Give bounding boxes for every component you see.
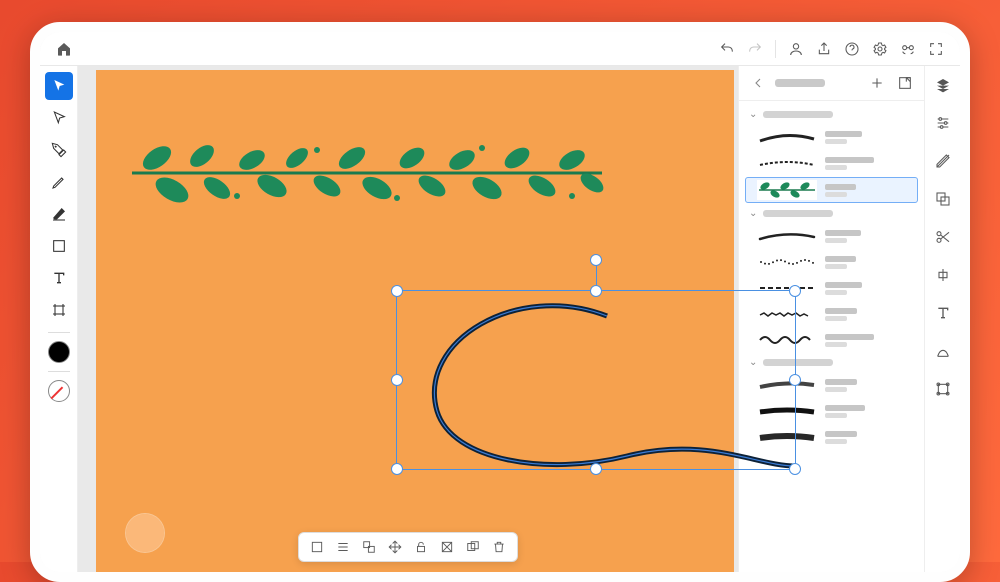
group-icon[interactable] [461, 535, 485, 559]
brush-group-header[interactable]: ⌄ [739, 204, 924, 223]
brush-label [825, 184, 856, 190]
brush-group-header[interactable]: ⌄ [739, 105, 924, 124]
brush-sublabel [825, 413, 847, 418]
home-icon[interactable] [50, 35, 78, 63]
brush-label [825, 308, 857, 314]
brush-row-leaf[interactable] [745, 177, 918, 203]
main-area: Brushes ⌄ ⌄ [40, 66, 960, 572]
trace-icon[interactable] [930, 338, 956, 364]
brush-label [825, 256, 856, 262]
brush-sublabel [825, 290, 847, 295]
appearance-icon[interactable] [305, 535, 329, 559]
help-icon[interactable] [838, 35, 866, 63]
brush-sublabel [825, 387, 847, 392]
selection-bbox[interactable] [396, 260, 796, 470]
context-toolbar [298, 532, 518, 562]
brush-label [825, 334, 874, 340]
brush-thumb [757, 180, 817, 200]
brush-sublabel [825, 165, 847, 170]
combine-icon[interactable] [930, 186, 956, 212]
shape-tool[interactable] [45, 232, 73, 260]
brush-sublabel [825, 342, 847, 347]
artboard[interactable] [96, 70, 734, 572]
type-panel-icon[interactable] [930, 300, 956, 326]
export-icon[interactable] [894, 72, 916, 94]
handle-sw[interactable] [391, 463, 403, 475]
brush-label [825, 379, 857, 385]
canvas[interactable] [78, 66, 738, 572]
touch-indicator [126, 514, 164, 552]
leaf-artwork[interactable] [132, 138, 612, 208]
pattern-icon[interactable] [435, 535, 459, 559]
brush-label [825, 131, 862, 137]
brush-thumb [757, 153, 817, 173]
move-icon[interactable] [383, 535, 407, 559]
handle-e[interactable] [789, 374, 801, 386]
brush-sublabel [825, 316, 847, 321]
redo-icon[interactable] [741, 35, 769, 63]
brush-row-solid[interactable] [739, 124, 924, 150]
artboard-tool[interactable] [45, 296, 73, 324]
brush-sublabel [825, 139, 847, 144]
handle-w[interactable] [391, 374, 403, 386]
scissors-icon[interactable] [930, 224, 956, 250]
handle-nw[interactable] [391, 285, 403, 297]
handle-se[interactable] [789, 463, 801, 475]
undo-icon[interactable] [713, 35, 741, 63]
eraser-tool[interactable] [45, 200, 73, 228]
brush-label [825, 230, 861, 236]
brush-sublabel [825, 439, 847, 444]
brush-thumb [757, 127, 817, 147]
layers-icon[interactable] [930, 72, 956, 98]
rotate-handle[interactable] [590, 254, 602, 266]
account-icon[interactable] [782, 35, 810, 63]
fullscreen-icon[interactable] [922, 35, 950, 63]
handle-n[interactable] [590, 285, 602, 297]
brush-row-dashed[interactable] [739, 150, 924, 176]
precision-icon[interactable] [930, 148, 956, 174]
brush-sublabel [825, 238, 847, 243]
brush-sublabel [825, 192, 847, 197]
add-brush-icon[interactable] [866, 72, 888, 94]
pencil-tool[interactable] [45, 168, 73, 196]
delete-icon[interactable] [487, 535, 511, 559]
tool-bar [40, 66, 78, 572]
brush-label [825, 282, 862, 288]
transform-icon[interactable] [930, 376, 956, 402]
back-icon[interactable] [747, 72, 769, 94]
brush-thumb [757, 226, 817, 246]
right-rail [924, 66, 960, 572]
panel-title: Brushes [775, 79, 825, 87]
stroke-swatch[interactable] [48, 380, 70, 402]
app-window: Brushes ⌄ ⌄ [40, 32, 960, 572]
brush-sublabel [825, 264, 847, 269]
brush-label [825, 431, 857, 437]
direct-select-tool[interactable] [45, 104, 73, 132]
view-preset-icon[interactable] [894, 35, 922, 63]
share-icon[interactable] [810, 35, 838, 63]
handle-ne[interactable] [789, 285, 801, 297]
fill-swatch[interactable] [48, 341, 70, 363]
top-bar [40, 32, 960, 66]
lock-icon[interactable] [409, 535, 433, 559]
pen-tool[interactable] [45, 136, 73, 164]
brush-label [825, 405, 865, 411]
handle-s[interactable] [590, 463, 602, 475]
select-tool[interactable] [45, 72, 73, 100]
type-tool[interactable] [45, 264, 73, 292]
brush-label [825, 157, 874, 163]
brush-row-cal1[interactable] [739, 223, 924, 249]
align-icon[interactable] [331, 535, 355, 559]
object-align-icon[interactable] [930, 262, 956, 288]
tablet-frame: Brushes ⌄ ⌄ [30, 22, 970, 582]
arrange-icon[interactable] [357, 535, 381, 559]
properties-icon[interactable] [930, 110, 956, 136]
settings-icon[interactable] [866, 35, 894, 63]
